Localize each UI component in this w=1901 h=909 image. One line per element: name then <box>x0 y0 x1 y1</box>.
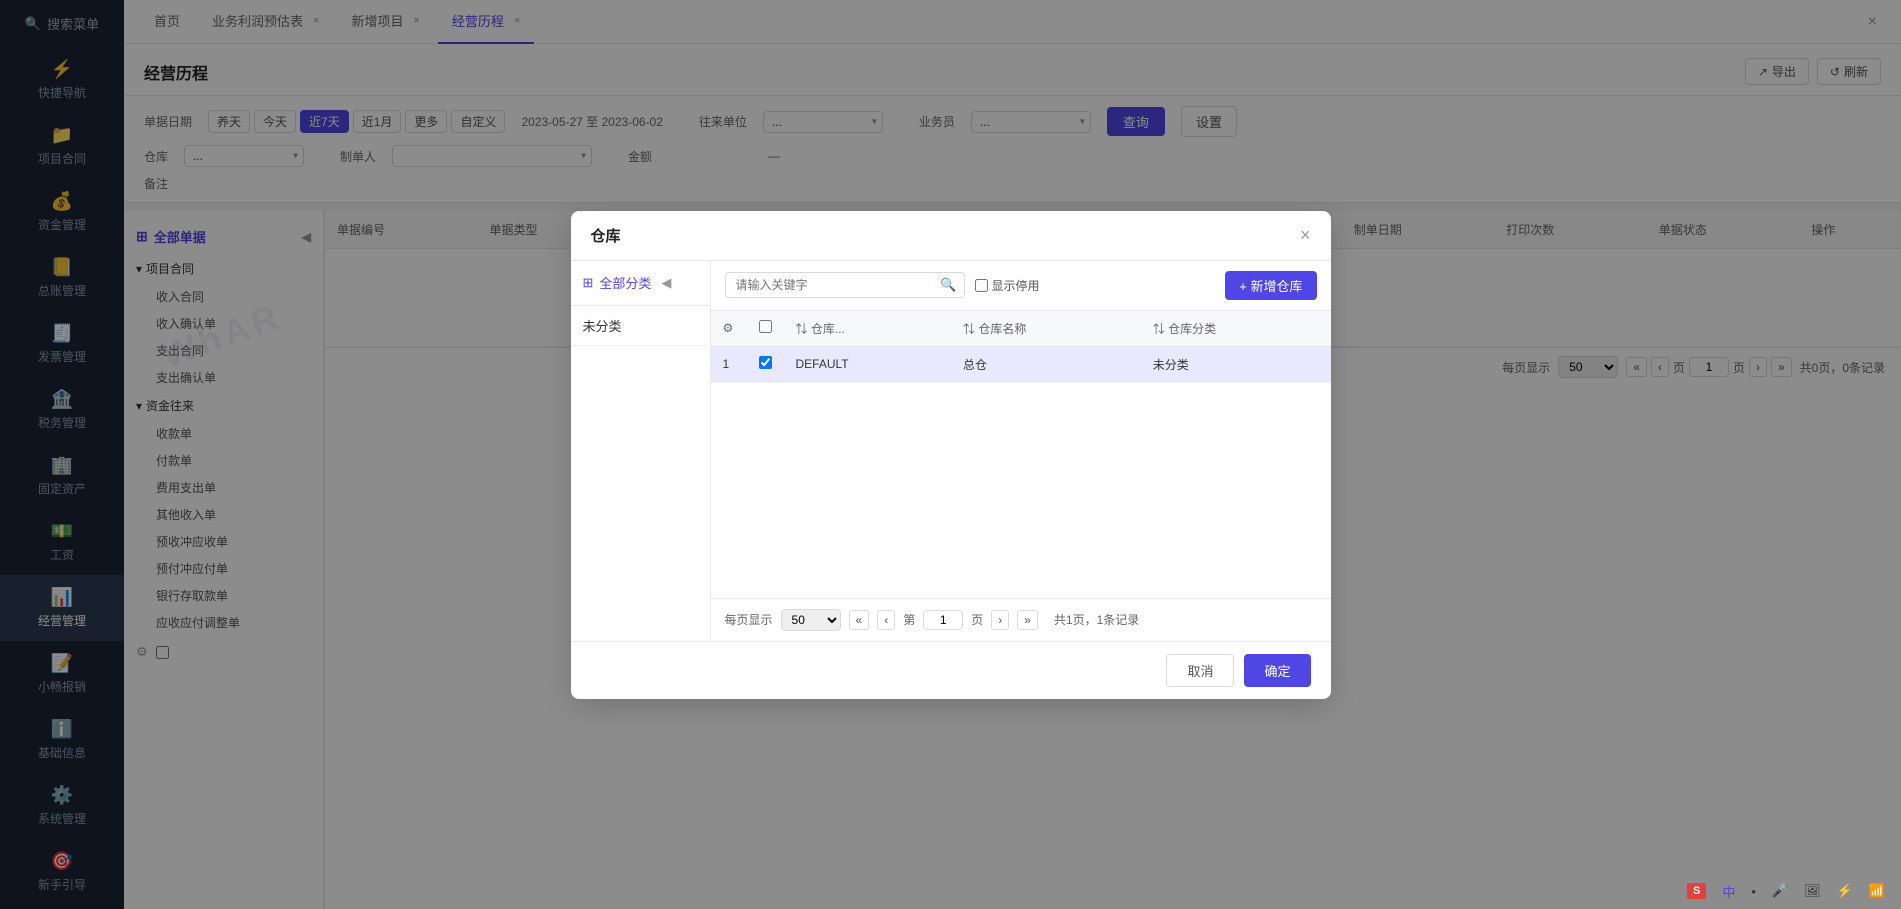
modal-overlay: 仓库 × ⊞ 全部分类 ◀ 未分类 <box>0 0 1901 909</box>
table-row[interactable]: 1 DEFAULT 总仓 未分类 <box>711 346 1331 382</box>
modal-left-unclassified[interactable]: 未分类 <box>571 306 710 346</box>
row-checkbox-cell <box>747 346 784 382</box>
modal-page-size-select[interactable]: 50 <box>781 609 841 631</box>
modal-title: 仓库 <box>591 225 621 246</box>
col-settings: ⚙ <box>711 311 747 347</box>
row-code-cell: DEFAULT <box>784 346 952 382</box>
modal-total: 共1页，1条记录 <box>1054 611 1139 628</box>
status-icon-5: ⚡ <box>1837 883 1853 899</box>
status-bar: S 中 • 🎤 🖼 ⚡ 📶 <box>1671 873 1901 909</box>
grid-icon-2: ⊞ <box>583 275 594 291</box>
col-checkbox <box>747 311 784 347</box>
status-icon-3: 🎤 <box>1772 883 1788 899</box>
modal-prev-page-btn[interactable]: ‹ <box>877 610 895 630</box>
modal-page-word: 第 <box>903 611 915 628</box>
sort-icon: ⇅ <box>796 322 808 336</box>
modal-footer: 取消 确定 <box>571 641 1331 699</box>
status-icon-1: 中 <box>1722 882 1735 901</box>
modal-pagination: 每页显示 50 « ‹ 第 页 › » 共1页，1条记录 <box>711 598 1331 641</box>
collapse-left-btn[interactable]: ◀ <box>657 271 675 295</box>
search-magnify-icon: 🔍 <box>940 277 956 293</box>
status-icon-2: • <box>1751 884 1756 899</box>
row-checkbox[interactable] <box>759 356 772 369</box>
show-disabled-checkbox[interactable] <box>975 279 988 292</box>
modal-table-wrapper: ⚙ ⇅ 仓库... ⇅ 仓库名称 <box>711 311 1331 598</box>
modal-left-header: ⊞ 全部分类 ◀ <box>571 261 710 306</box>
add-warehouse-button[interactable]: + 新增仓库 <box>1225 271 1316 300</box>
warehouse-search-input[interactable] <box>725 272 965 298</box>
status-logo: S <box>1687 883 1706 899</box>
modal-page-size-label: 每页显示 <box>725 611 773 628</box>
modal-left-panel: ⊞ 全部分类 ◀ 未分类 <box>571 261 711 641</box>
modal-close-btn[interactable]: × <box>1300 226 1311 244</box>
row-name-cell: 总仓 <box>951 346 1141 382</box>
modal-table-head: ⚙ ⇅ 仓库... ⇅ 仓库名称 <box>711 311 1331 347</box>
modal-right-panel: 🔍 显示停用 + 新增仓库 ⚙ <box>711 261 1331 641</box>
show-disabled-text: 显示停用 <box>992 277 1040 294</box>
modal-header: 仓库 × <box>571 211 1331 261</box>
search-wrapper: 🔍 <box>725 272 965 298</box>
status-icon-4: 🖼 <box>1804 883 1821 899</box>
settings-col-icon[interactable]: ⚙ <box>723 321 734 335</box>
show-disabled-label[interactable]: 显示停用 <box>975 277 1040 294</box>
modal-table: ⚙ ⇅ 仓库... ⇅ 仓库名称 <box>711 311 1331 383</box>
modal-table-body: 1 DEFAULT 总仓 未分类 <box>711 346 1331 382</box>
col-warehouse-category: ⇅ 仓库分类 <box>1141 311 1331 347</box>
warehouse-modal: 仓库 × ⊞ 全部分类 ◀ 未分类 <box>571 211 1331 699</box>
status-icon-6: 📶 <box>1869 883 1885 899</box>
confirm-button[interactable]: 确定 <box>1244 654 1310 687</box>
sort-icon-3: ⇅ <box>1153 322 1165 336</box>
modal-page-label: 页 <box>971 611 983 628</box>
select-all-checkbox[interactable] <box>759 320 772 333</box>
modal-next-page-btn[interactable]: › <box>991 610 1009 630</box>
modal-body: ⊞ 全部分类 ◀ 未分类 🔍 显示停用 <box>571 261 1331 641</box>
cancel-button[interactable]: 取消 <box>1166 654 1234 687</box>
modal-toolbar: 🔍 显示停用 + 新增仓库 <box>711 261 1331 311</box>
modal-first-page-btn[interactable]: « <box>849 610 870 630</box>
row-category-cell: 未分类 <box>1141 346 1331 382</box>
col-warehouse-name: ⇅ 仓库名称 <box>951 311 1141 347</box>
unclassified-label: 未分类 <box>583 319 622 334</box>
col-warehouse-code: ⇅ 仓库... <box>784 311 952 347</box>
modal-last-page-btn[interactable]: » <box>1017 610 1038 630</box>
all-category-label: 全部分类 <box>599 273 651 292</box>
row-settings-cell: 1 <box>711 346 747 382</box>
sort-icon-2: ⇅ <box>963 322 975 336</box>
modal-page-input[interactable] <box>923 610 963 630</box>
